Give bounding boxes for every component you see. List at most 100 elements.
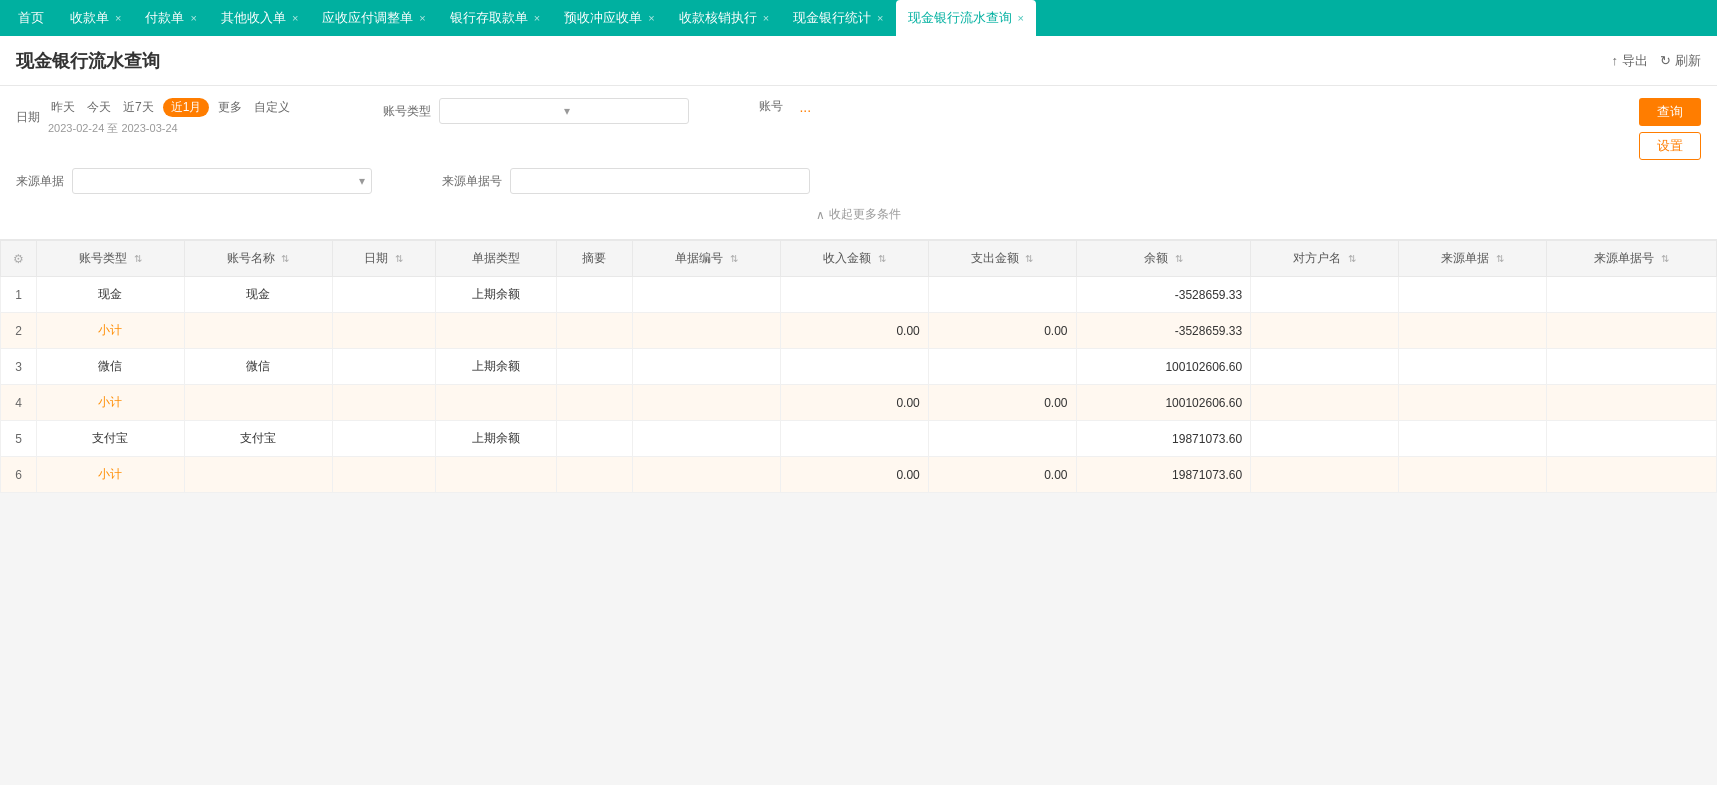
date-today[interactable]: 今天 <box>84 98 114 117</box>
cell-summary <box>556 421 632 457</box>
source-doc-dropdown-icon[interactable]: ▾ <box>353 174 371 188</box>
cell-counterpart <box>1251 385 1399 421</box>
settings-button[interactable]: 设置 <box>1639 132 1701 160</box>
cell-num: 6 <box>1 457 37 493</box>
header-actions: ↑ 导出 ↻ 刷新 <box>1612 52 1702 70</box>
cell-account_type: 小计 <box>37 457 185 493</box>
cell-date <box>332 349 435 385</box>
cell-counterpart <box>1251 457 1399 493</box>
close-tab-2-icon[interactable]: × <box>292 12 298 24</box>
th-date-label: 日期 <box>364 251 388 265</box>
nav-tab-3[interactable]: 应收应付调整单 × <box>310 0 437 36</box>
nav-tab-6[interactable]: 收款核销执行 × <box>667 0 781 36</box>
cell-date <box>332 421 435 457</box>
cell-summary <box>556 277 632 313</box>
cell-doc_no <box>633 457 781 493</box>
cell-source_doc <box>1398 385 1546 421</box>
source-doc-input[interactable] <box>73 174 353 188</box>
account-type-select[interactable]: ▾ <box>439 98 689 124</box>
th-expense[interactable]: 支出金额 ⇅ <box>928 241 1076 277</box>
date-custom[interactable]: 自定义 <box>251 98 293 117</box>
date-shortcuts: 昨天 今天 近7天 近1月 更多 自定义 <box>48 98 293 117</box>
nav-tab-5[interactable]: 预收冲应收单 × <box>552 0 666 36</box>
close-tab-6-icon[interactable]: × <box>763 12 769 24</box>
th-date[interactable]: 日期 ⇅ <box>332 241 435 277</box>
date-7days[interactable]: 近7天 <box>120 98 157 117</box>
nav-tab-8[interactable]: 现金银行流水查询 × <box>896 0 1036 36</box>
cell-summary <box>556 313 632 349</box>
sort-account-type-icon[interactable]: ⇅ <box>134 253 142 264</box>
page-title: 现金银行流水查询 <box>16 49 160 73</box>
cell-doc_type <box>435 313 556 349</box>
sort-date-icon[interactable]: ⇅ <box>395 253 403 264</box>
th-account-type[interactable]: 账号类型 ⇅ <box>37 241 185 277</box>
collapse-bar[interactable]: ∧ 收起更多条件 <box>16 202 1701 227</box>
cell-income <box>780 421 928 457</box>
cell-doc_no <box>633 385 781 421</box>
th-balance[interactable]: 余额 ⇅ <box>1076 241 1251 277</box>
source-doc-no-input-wrapper[interactable] <box>510 168 810 194</box>
th-source-doc[interactable]: 来源单据 ⇅ <box>1398 241 1546 277</box>
th-expense-label: 支出金额 <box>971 251 1019 265</box>
cell-source_doc_no <box>1546 421 1716 457</box>
account-dots-button[interactable]: ... <box>799 99 811 115</box>
table-header: ⚙ 账号类型 ⇅ 账号名称 ⇅ 日期 ⇅ 单据类型 摘要 <box>1 241 1717 277</box>
cell-counterpart <box>1251 349 1399 385</box>
sort-source-doc-no-icon[interactable]: ⇅ <box>1661 253 1669 264</box>
cell-source_doc <box>1398 457 1546 493</box>
export-button[interactable]: ↑ 导出 <box>1612 52 1649 70</box>
th-account-name[interactable]: 账号名称 ⇅ <box>184 241 332 277</box>
cell-date <box>332 457 435 493</box>
date-1month[interactable]: 近1月 <box>163 98 210 117</box>
sort-balance-icon[interactable]: ⇅ <box>1175 253 1183 264</box>
th-income-label: 收入金额 <box>823 251 871 265</box>
nav-tab-1[interactable]: 付款单 × <box>133 0 208 36</box>
cell-expense: 0.00 <box>928 313 1076 349</box>
close-tab-0-icon[interactable]: × <box>115 12 121 24</box>
sort-income-icon[interactable]: ⇅ <box>878 253 886 264</box>
date-more[interactable]: 更多 <box>215 98 245 117</box>
cell-num: 2 <box>1 313 37 349</box>
close-tab-4-icon[interactable]: × <box>534 12 540 24</box>
close-tab-5-icon[interactable]: × <box>648 12 654 24</box>
account-type-dropdown-icon[interactable]: ▾ <box>558 104 680 118</box>
nav-tab-2[interactable]: 其他收入单 × <box>209 0 310 36</box>
th-source-doc-no[interactable]: 来源单据号 ⇅ <box>1546 241 1716 277</box>
close-tab-3-icon[interactable]: × <box>419 12 425 24</box>
th-income[interactable]: 收入金额 ⇅ <box>780 241 928 277</box>
cell-num: 4 <box>1 385 37 421</box>
close-tab-8-icon[interactable]: × <box>1018 12 1024 24</box>
sort-expense-icon[interactable]: ⇅ <box>1025 253 1033 264</box>
nav-tab-0[interactable]: 收款单 × <box>58 0 133 36</box>
cell-counterpart <box>1251 313 1399 349</box>
cell-balance: 100102606.60 <box>1076 349 1251 385</box>
column-settings-icon[interactable]: ⚙ <box>13 252 24 266</box>
sort-source-doc-icon[interactable]: ⇅ <box>1496 253 1504 264</box>
cell-account_type: 小计 <box>37 313 185 349</box>
th-doc-no[interactable]: 单据编号 ⇅ <box>633 241 781 277</box>
cell-source_doc_no <box>1546 349 1716 385</box>
cell-doc_type: 上期余额 <box>435 421 556 457</box>
close-tab-1-icon[interactable]: × <box>190 12 196 24</box>
date-filter-group: 日期 昨天 今天 近7天 近1月 更多 自定义 2023-02-24 至 202… <box>16 98 293 136</box>
nav-tab-7[interactable]: 现金银行统计 × <box>781 0 895 36</box>
close-tab-7-icon[interactable]: × <box>877 12 883 24</box>
refresh-button[interactable]: ↻ 刷新 <box>1660 52 1701 70</box>
sort-account-name-icon[interactable]: ⇅ <box>281 253 289 264</box>
cell-counterpart <box>1251 421 1399 457</box>
collapse-icon: ∧ <box>816 208 825 222</box>
nav-tab-4[interactable]: 银行存取款单 × <box>438 0 552 36</box>
cell-doc_no <box>633 421 781 457</box>
nav-home[interactable]: 首页 <box>4 0 58 36</box>
sort-doc-no-icon[interactable]: ⇅ <box>730 253 738 264</box>
top-navigation: 首页 收款单 × 付款单 × 其他收入单 × 应收应付调整单 × 银行存取款单 … <box>0 0 1717 36</box>
source-doc-no-input[interactable] <box>511 174 809 188</box>
cell-income <box>780 349 928 385</box>
cell-doc_type: 上期余额 <box>435 349 556 385</box>
date-yesterday[interactable]: 昨天 <box>48 98 78 117</box>
sort-counterpart-icon[interactable]: ⇅ <box>1348 253 1356 264</box>
th-counterpart[interactable]: 对方户名 ⇅ <box>1251 241 1399 277</box>
cell-account_type: 支付宝 <box>37 421 185 457</box>
source-doc-select[interactable]: ▾ <box>72 168 372 194</box>
query-button[interactable]: 查询 <box>1639 98 1701 126</box>
